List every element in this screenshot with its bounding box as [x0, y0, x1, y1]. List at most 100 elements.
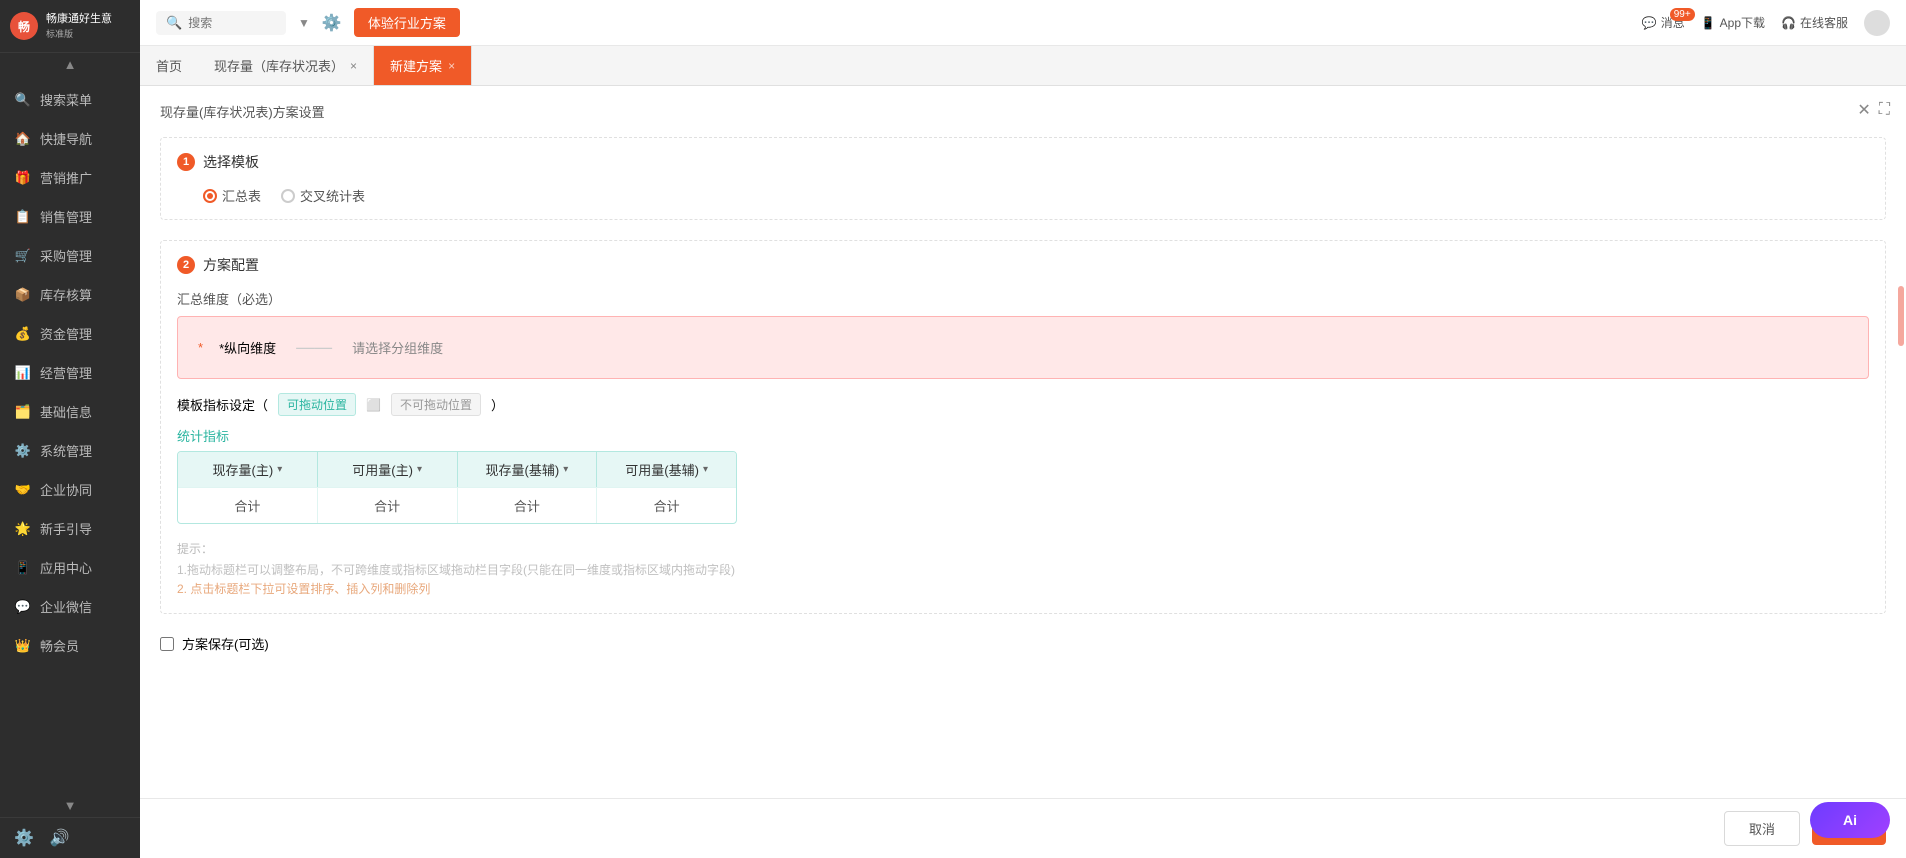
- metrics-setting-suffix: ）: [491, 395, 504, 414]
- sidebar-item-member[interactable]: 👑 畅会员: [0, 626, 140, 665]
- settings-footer-icon[interactable]: ⚙️: [14, 828, 34, 848]
- radio-cross[interactable]: 交叉统计表: [281, 186, 365, 205]
- stats-body-row: 合计 合计 合计 合计: [178, 487, 736, 523]
- sidebar-scroll-up[interactable]: ▲: [0, 53, 140, 76]
- trial-button[interactable]: 体验行业方案: [354, 8, 460, 37]
- sidebar-item-label: 销售管理: [40, 207, 92, 226]
- tab-new-plan-label: 新建方案: [390, 56, 442, 75]
- content-panel: ✕ ⛶ 现存量(库存状况表)方案设置 1 选择模板 汇总表: [140, 86, 1906, 798]
- col2-chevron[interactable]: ▾: [563, 464, 568, 475]
- sidebar-item-finance[interactable]: 💰 资金管理: [0, 314, 140, 353]
- tab-close-new-plan[interactable]: ×: [448, 59, 455, 73]
- basic-info-icon: 🗂️: [14, 403, 32, 421]
- sidebar-item-label: 企业微信: [40, 597, 92, 616]
- sidebar-item-inventory[interactable]: 📦 库存核算: [0, 275, 140, 314]
- tabbar: 首页 现存量（库存状况表） × 新建方案 ×: [140, 46, 1906, 86]
- topbar-gear-icon[interactable]: ⚙️: [322, 13, 342, 33]
- template-radio-group: 汇总表 交叉统计表: [203, 186, 1869, 205]
- sidebar-item-label: 快捷导航: [40, 129, 92, 148]
- logo-badge: 标准版: [46, 27, 112, 40]
- col1-label: 可用量(主): [352, 460, 413, 479]
- sidebar-item-business[interactable]: 📊 经营管理: [0, 353, 140, 392]
- dimension-placeholder[interactable]: 请选择分组维度: [352, 338, 443, 357]
- panel-scrollbar[interactable]: [1898, 286, 1904, 346]
- sidebar-item-purchase[interactable]: 🛒 采购管理: [0, 236, 140, 275]
- sidebar-item-guide[interactable]: 🌟 新手引导: [0, 509, 140, 548]
- stats-header-col-3[interactable]: 可用量(基辅) ▾: [597, 452, 736, 487]
- logo-text: 畅康通好生意: [46, 12, 112, 26]
- radio-summary[interactable]: 汇总表: [203, 186, 261, 205]
- sidebar-item-sales[interactable]: 📋 销售管理: [0, 197, 140, 236]
- save-checkbox[interactable]: [160, 637, 174, 651]
- col3-label: 可用量(基辅): [625, 460, 699, 479]
- metrics-setting-label: 模板指标设定（: [177, 395, 268, 414]
- search-icon: 🔍: [166, 15, 182, 31]
- enterprise-icon: 🤝: [14, 481, 32, 499]
- tab-close-inventory[interactable]: ×: [350, 59, 357, 73]
- ai-button[interactable]: Ai: [1810, 802, 1890, 838]
- stats-body-col-1: 合计: [318, 488, 458, 523]
- sidebar-item-label: 企业协同: [40, 480, 92, 499]
- search-input[interactable]: [188, 16, 268, 30]
- sidebar-item-label: 库存核算: [40, 285, 92, 304]
- business-icon: 📊: [14, 364, 32, 382]
- main-area: 🔍 ▼ ⚙️ 体验行业方案 💬 消息 99+ 📱 App下载 🎧 在线客服: [140, 0, 1906, 858]
- panel-close-icon[interactable]: ✕: [1857, 100, 1870, 120]
- tab-inventory-label: 现存量（库存状况表）: [214, 56, 344, 75]
- stats-header-col-0[interactable]: 现存量(主) ▾: [178, 452, 318, 487]
- logo-icon: 畅: [10, 12, 38, 40]
- sidebar-item-enterprise[interactable]: 🤝 企业协同: [0, 470, 140, 509]
- speaker-footer-icon[interactable]: 🔊: [50, 828, 70, 848]
- topbar-dropdown[interactable]: ▼: [298, 16, 310, 30]
- tab-home[interactable]: 首页: [140, 46, 198, 85]
- col3-chevron[interactable]: ▾: [703, 464, 708, 475]
- finance-icon: 💰: [14, 325, 32, 343]
- inventory-icon: 📦: [14, 286, 32, 304]
- sidebar-item-quick-nav[interactable]: 🏠 快捷导航: [0, 119, 140, 158]
- step2-label: 方案配置: [203, 255, 259, 275]
- quick-nav-icon: 🏠: [14, 130, 32, 148]
- topbar-search-box[interactable]: 🔍: [156, 11, 286, 35]
- dimension-separator: ——: [296, 337, 332, 358]
- sidebar-item-label: 系统管理: [40, 441, 92, 460]
- customer-service-action[interactable]: 🎧 在线客服: [1781, 14, 1848, 31]
- app-download-icon: 📱: [1701, 16, 1716, 30]
- wechat-icon: 💬: [14, 598, 32, 616]
- avatar[interactable]: [1864, 10, 1890, 36]
- guide-icon: 🌟: [14, 520, 32, 538]
- panel-expand-icon[interactable]: ⛶: [1879, 101, 1890, 119]
- sidebar-item-marketing[interactable]: 🎁 营销推广: [0, 158, 140, 197]
- col0-chevron[interactable]: ▾: [277, 464, 282, 475]
- no-drag-tag: 不可拖动位置: [391, 393, 481, 416]
- dimension-box[interactable]: * *纵向维度 —— 请选择分组维度: [177, 316, 1869, 379]
- tab-new-plan[interactable]: 新建方案 ×: [374, 46, 472, 85]
- sidebar-item-system[interactable]: ⚙️ 系统管理: [0, 431, 140, 470]
- sidebar-item-basic-info[interactable]: 🗂️ 基础信息: [0, 392, 140, 431]
- stats-header-col-1[interactable]: 可用量(主) ▾: [318, 452, 458, 487]
- col2-label: 现存量(基辅): [486, 460, 560, 479]
- stats-header-col-2[interactable]: 现存量(基辅) ▾: [458, 452, 598, 487]
- sidebar-item-wechat[interactable]: 💬 企业微信: [0, 587, 140, 626]
- sidebar-item-search-menu[interactable]: 🔍 搜索菜单: [0, 80, 140, 119]
- tab-inventory-status[interactable]: 现存量（库存状况表） ×: [198, 46, 374, 85]
- tips-title: 提示：: [177, 540, 1869, 557]
- marketing-icon: 🎁: [14, 169, 32, 187]
- sidebar-item-label: 畅会员: [40, 636, 79, 655]
- vertical-label: *纵向维度: [219, 338, 276, 357]
- sidebar-item-app-center[interactable]: 📱 应用中心: [0, 548, 140, 587]
- stats-header-row: 现存量(主) ▾ 可用量(主) ▾ 现存量(基辅) ▾ 可用量(基辅): [178, 452, 736, 487]
- customer-service-label: 在线客服: [1800, 14, 1848, 31]
- save-row: 方案保存(可选): [160, 634, 1886, 653]
- tips-section: 提示： 1.拖动标题栏可以调整布局，不可跨维度或指标区域拖动栏目字段(只能在同一…: [177, 540, 1869, 597]
- messages-action[interactable]: 💬 消息 99+: [1642, 14, 1685, 31]
- app-download-action[interactable]: 📱 App下载: [1701, 14, 1765, 31]
- cancel-button[interactable]: 取消: [1724, 811, 1800, 846]
- sidebar-scroll-down[interactable]: ▼: [0, 794, 140, 817]
- sidebar-footer: ⚙️ 🔊: [0, 817, 140, 858]
- member-icon: 👑: [14, 637, 32, 655]
- panel-title: 现存量(库存状况表)方案设置: [160, 102, 1886, 121]
- step1-label: 选择模板: [203, 152, 259, 172]
- search-menu-icon: 🔍: [14, 91, 32, 109]
- tips-item-0: 1.拖动标题栏可以调整布局，不可跨维度或指标区域拖动栏目字段(只能在同一维度或指…: [177, 561, 1869, 578]
- col1-chevron[interactable]: ▾: [417, 464, 422, 475]
